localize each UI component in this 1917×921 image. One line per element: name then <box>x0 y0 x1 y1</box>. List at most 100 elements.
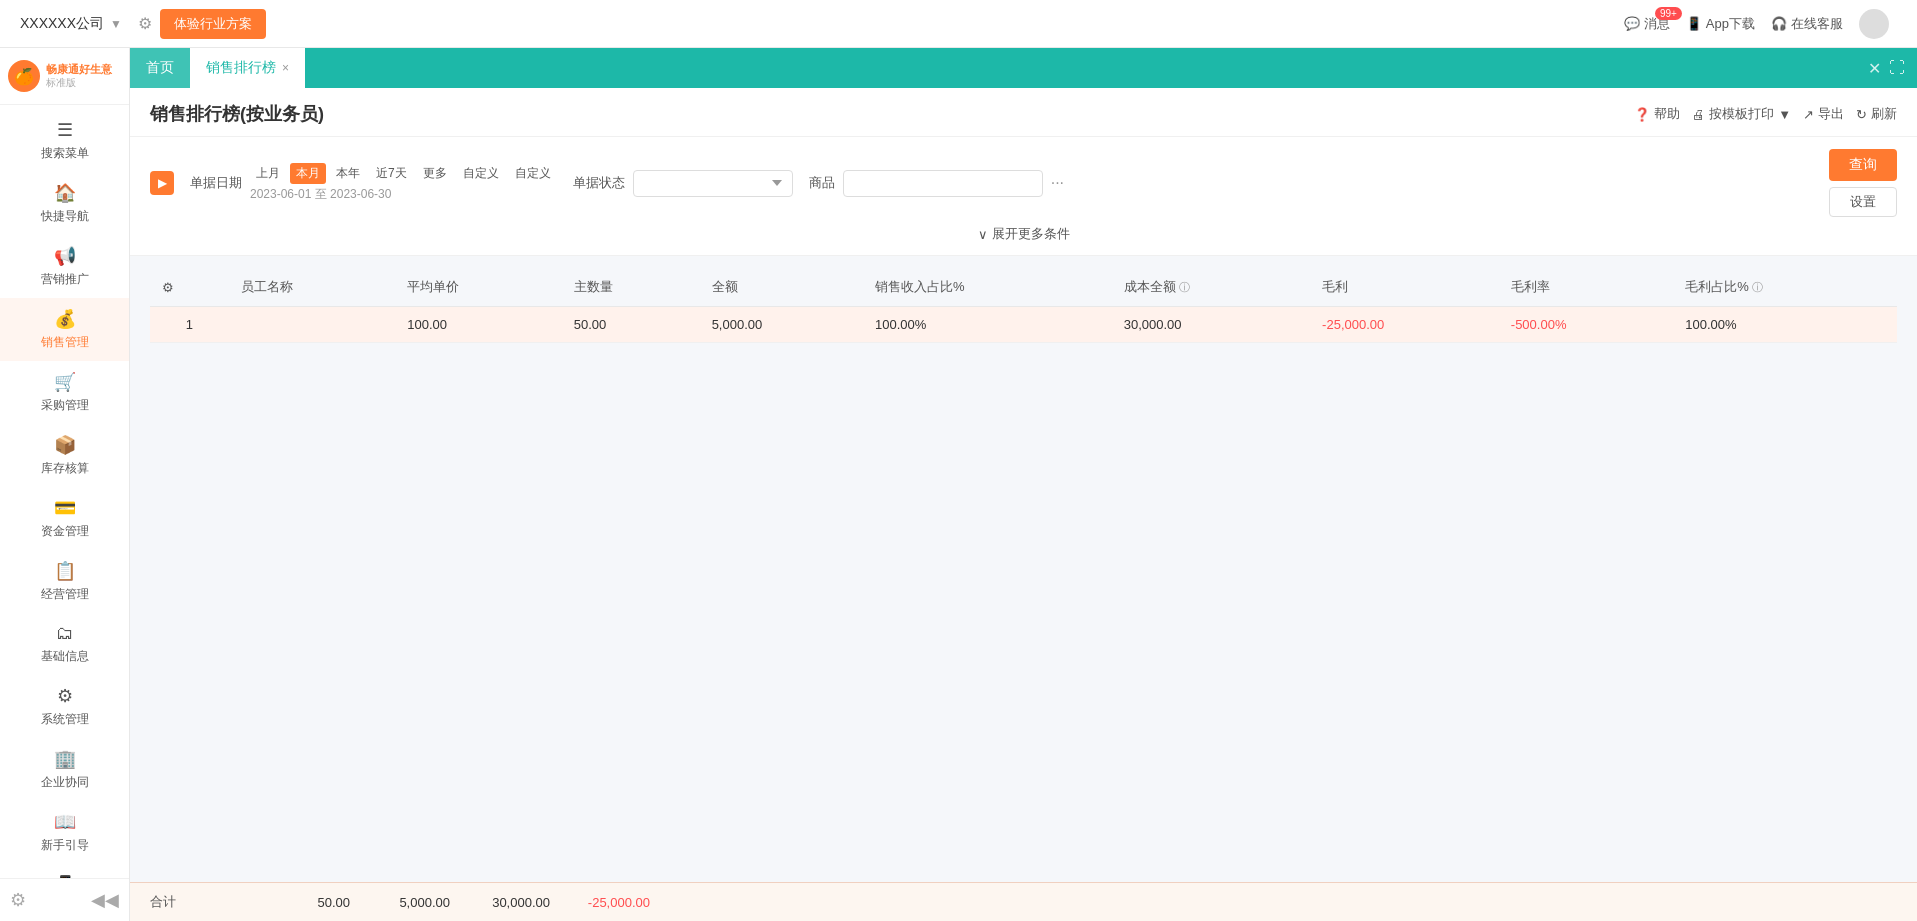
cell-revenue-pct: 100.00% <box>863 307 1112 343</box>
status-select[interactable]: 全部 待审核 已审核 已作废 <box>633 170 793 197</box>
filter-area: ▶ 单据日期 上月 本月 本年 近7天 更多 自定义 <box>130 137 1917 256</box>
system-icon: ⚙ <box>57 685 73 707</box>
cell-profit-pct: 100.00% <box>1673 307 1897 343</box>
tab-active-label: 销售排行榜 <box>206 59 276 77</box>
ranking-table: ⚙ 员工名称 平均单价 主数量 全额 销售收入占比% 成本全额 ⓘ 毛利 毛利率… <box>150 268 1897 343</box>
page-content: 销售排行榜(按业务员) ❓ 帮助 🖨 按模板打印 ▼ ↗ 导出 <box>130 88 1917 921</box>
date-shortcut-this-year[interactable]: 近7天 <box>370 163 413 184</box>
date-shortcut-last-month[interactable]: 上月 <box>250 163 286 184</box>
tab-maximize-button[interactable]: ⛶ <box>1889 59 1905 77</box>
date-range-display: 2023-06-01 至 2023-06-30 <box>250 186 557 203</box>
company-selector[interactable]: XXXXXX公司 ▼ <box>12 11 130 37</box>
col-profit-rate: 毛利率 <box>1499 268 1673 307</box>
headset-icon: 🎧 <box>1771 16 1787 31</box>
inventory-icon: 📦 <box>54 434 76 456</box>
filter-expand-arrow[interactable]: ▶ <box>150 171 174 195</box>
sidebar-item-basic-info[interactable]: 🗂 基础信息 <box>0 613 129 675</box>
cost-info-icon[interactable]: ⓘ <box>1179 281 1190 293</box>
date-shortcut-more[interactable]: 自定义 <box>457 163 505 184</box>
page-title: 销售排行榜(按业务员) <box>150 102 324 126</box>
sidebar-footer: ⚙ ◀◀ <box>0 878 129 921</box>
sidebar-label-enterprise: 企业协同 <box>41 774 89 791</box>
date-shortcut-custom[interactable]: 自定义 <box>509 163 557 184</box>
goods-more-icon[interactable]: ··· <box>1051 174 1064 192</box>
table-row: 1 100.00 50.00 5,000.00 100.00% 30,000.0… <box>150 307 1897 343</box>
sidebar-label-finance: 资金管理 <box>41 523 89 540</box>
expand-more-button[interactable]: ∨ 展开更多条件 <box>978 225 1070 243</box>
finance-icon: 💳 <box>54 497 76 519</box>
refresh-icon: ↻ <box>1856 107 1867 122</box>
app-download-button[interactable]: 📱 App下载 <box>1686 15 1755 33</box>
date-filter-label: 单据日期 <box>190 174 242 192</box>
export-button[interactable]: ↗ 导出 <box>1803 105 1844 123</box>
tab-close-window-button[interactable]: ✕ <box>1868 59 1881 78</box>
enterprise-icon: 🏢 <box>54 748 76 770</box>
logo-area: 🍊 畅康通好生意 标准版 <box>0 48 129 105</box>
operations-icon: 📋 <box>54 560 76 582</box>
sidebar-item-system[interactable]: ⚙ 系统管理 <box>0 675 129 738</box>
sidebar-item-enterprise[interactable]: 🏢 企业协同 <box>0 738 129 801</box>
page-actions: ❓ 帮助 🖨 按模板打印 ▼ ↗ 导出 ↻ 刷新 <box>1634 105 1897 123</box>
date-shortcut-7days[interactable]: 更多 <box>417 163 453 184</box>
sidebar-item-quick-nav[interactable]: 🏠 快捷导航 <box>0 172 129 235</box>
sidebar-item-search-orders[interactable]: ☰ 搜索菜单 <box>0 109 129 172</box>
col-revenue-pct: 销售收入占比% <box>863 268 1112 307</box>
footer-label: 合计 <box>150 893 250 911</box>
cell-name <box>229 307 395 343</box>
profit-pct-info-icon[interactable]: ⓘ <box>1752 281 1763 293</box>
footer-amount: 5,000.00 <box>370 895 450 910</box>
avatar[interactable] <box>1859 9 1889 39</box>
settings-button[interactable]: 设置 <box>1829 187 1897 217</box>
export-icon: ↗ <box>1803 107 1814 122</box>
footer-profit: -25,000.00 <box>570 895 650 910</box>
goods-filter-group: 商品 ··· <box>809 170 1064 197</box>
sidebar-item-sales[interactable]: 💰 销售管理 <box>0 298 129 361</box>
sidebar-label-operations: 经营管理 <box>41 586 89 603</box>
goods-input[interactable] <box>843 170 1043 197</box>
sales-icon: 💰 <box>54 308 76 330</box>
settings-icon[interactable]: ⚙ <box>138 14 152 33</box>
tab-home[interactable]: 首页 <box>130 48 190 88</box>
sidebar-item-inventory[interactable]: 📦 库存核算 <box>0 424 129 487</box>
col-cost: 成本全额 ⓘ <box>1112 268 1310 307</box>
refresh-button[interactable]: ↻ 刷新 <box>1856 105 1897 123</box>
sidebar-item-beginner[interactable]: 📖 新手引导 <box>0 801 129 864</box>
footer-cost: 30,000.00 <box>470 895 550 910</box>
nav-items: ☰ 搜索菜单 🏠 快捷导航 📢 营销推广 💰 销售管理 🛒 采购管理 📦 <box>0 105 129 878</box>
sidebar-item-operations[interactable]: 📋 经营管理 <box>0 550 129 613</box>
cell-profit: -25,000.00 <box>1310 307 1499 343</box>
expand-icon: ∨ <box>978 227 988 242</box>
tab-sales-ranking[interactable]: 销售排行榜 × <box>190 48 305 88</box>
print-button[interactable]: 🖨 按模板打印 ▼ <box>1692 105 1791 123</box>
notification-badge: 99+ <box>1655 7 1682 20</box>
query-button[interactable]: 查询 <box>1829 149 1897 181</box>
sidebar-label-system: 系统管理 <box>41 711 89 728</box>
col-profit: 毛利 <box>1310 268 1499 307</box>
sidebar-item-purchase[interactable]: 🛒 采购管理 <box>0 361 129 424</box>
tab-close-icon[interactable]: × <box>282 61 289 75</box>
trial-button[interactable]: 体验行业方案 <box>160 9 266 39</box>
help-link[interactable]: ❓ 帮助 <box>1634 105 1680 123</box>
print-label: 按模板打印 <box>1709 105 1774 123</box>
notification-button[interactable]: 💬 消息 99+ <box>1624 15 1670 33</box>
app-download-label: App下载 <box>1706 15 1755 33</box>
tab-right-actions: ✕ ⛶ <box>1868 59 1917 78</box>
col-qty: 主数量 <box>562 268 700 307</box>
logo-sub: 标准版 <box>46 76 112 90</box>
tab-bar: 首页 销售排行榜 × ✕ ⛶ <box>130 48 1917 88</box>
sidebar-settings-icon[interactable]: ⚙ <box>10 889 26 911</box>
sidebar-item-finance[interactable]: 💳 资金管理 <box>0 487 129 550</box>
sidebar-label-purchase: 采购管理 <box>41 397 89 414</box>
sidebar-item-app-center[interactable]: 📱 应用中心 <box>0 864 129 878</box>
chevron-down-icon: ▼ <box>110 17 122 31</box>
date-shortcut-active[interactable]: 本年 <box>330 163 366 184</box>
sidebar-item-marketing[interactable]: 📢 营销推广 <box>0 235 129 298</box>
sidebar-collapse-icon[interactable]: ◀◀ <box>91 889 119 911</box>
online-service-button[interactable]: 🎧 在线客服 <box>1771 15 1843 33</box>
sidebar: 🍊 畅康通好生意 标准版 ☰ 搜索菜单 🏠 快捷导航 📢 营销推广 💰 <box>0 48 130 921</box>
beginner-icon: 📖 <box>54 811 76 833</box>
date-shortcut-this-month[interactable]: 本月 <box>290 163 326 184</box>
sidebar-label-quick-nav: 快捷导航 <box>41 208 89 225</box>
cell-qty: 50.00 <box>562 307 700 343</box>
print-chevron-icon: ▼ <box>1778 107 1791 122</box>
